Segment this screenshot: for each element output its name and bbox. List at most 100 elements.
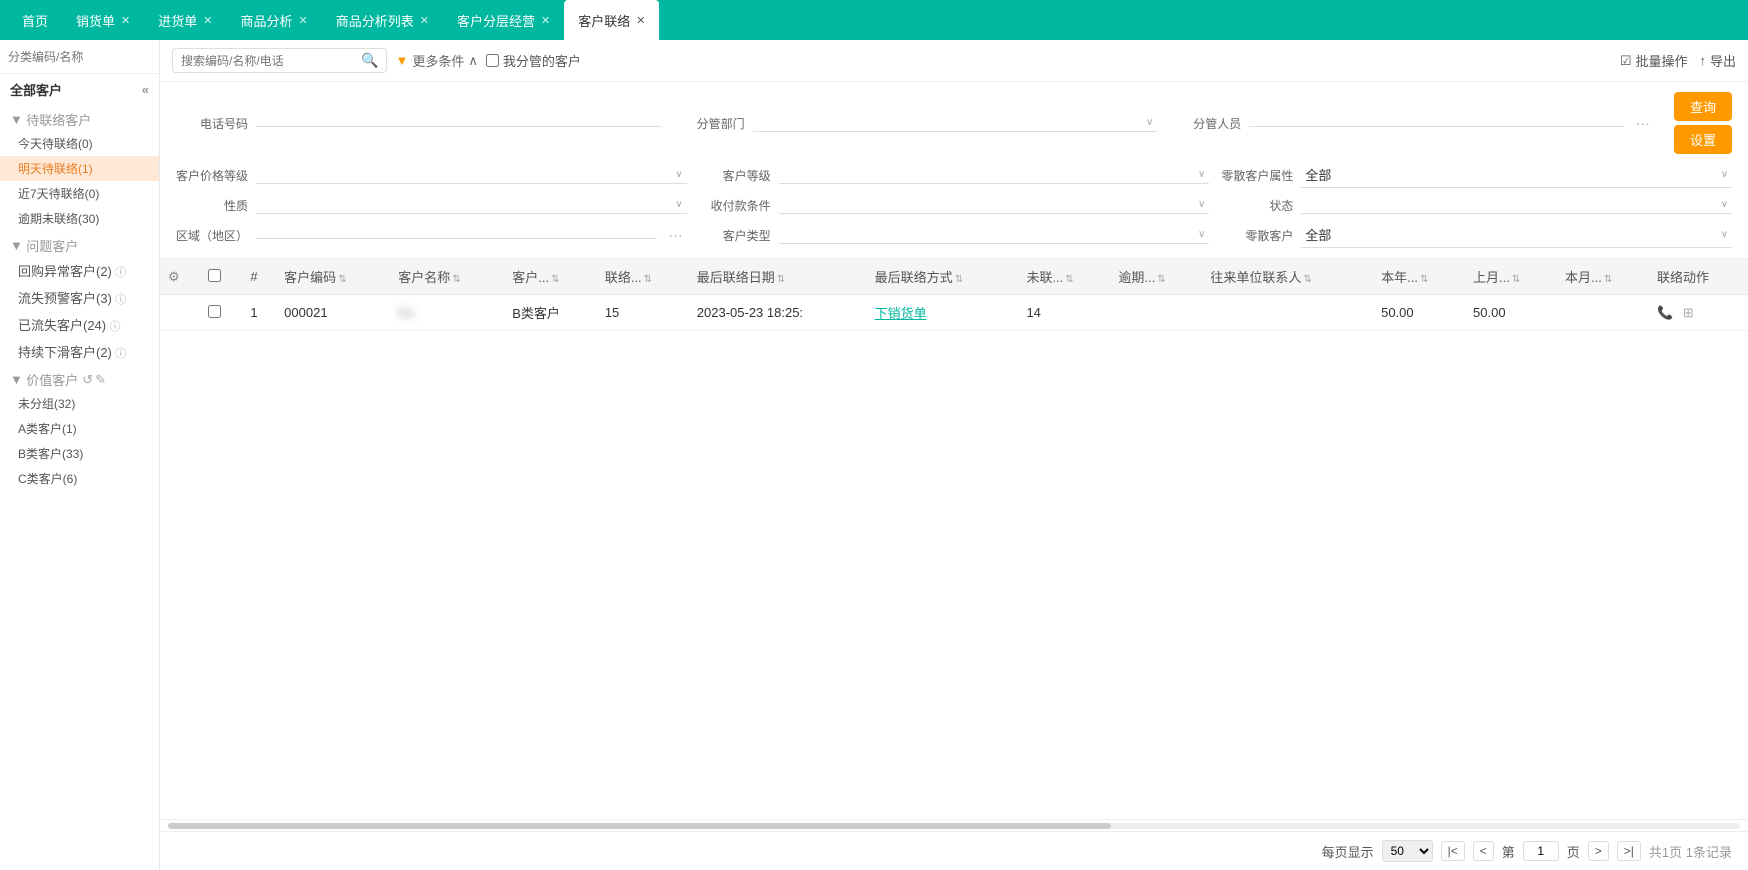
sort-type-icon: ⇅ bbox=[551, 274, 559, 285]
close-tab-analysis-icon[interactable]: ✕ bbox=[299, 14, 308, 27]
th-last-month[interactable]: 上月...⇅ bbox=[1465, 259, 1557, 295]
first-page-btn[interactable]: |< bbox=[1441, 841, 1465, 861]
filter-row-2: 客户价格等级 ∨ 客户等级 ∨ 零散客户属性 全部 ∨ bbox=[176, 162, 1732, 188]
filter-customer-type-select[interactable]: ∨ bbox=[779, 226, 1210, 244]
nav-tab-analysis[interactable]: 商品分析 ✕ bbox=[226, 0, 321, 40]
page-suffix: 页 bbox=[1567, 842, 1580, 861]
last-method-link[interactable]: 下销货单 bbox=[875, 306, 927, 321]
query-button[interactable]: 查询 bbox=[1674, 92, 1732, 121]
sort-unit-contact-icon: ⇅ bbox=[1303, 274, 1311, 285]
retail-customer-arrow-icon: ∨ bbox=[1721, 229, 1728, 240]
collapse-icon[interactable]: « bbox=[142, 82, 149, 97]
sidebar-item-declining[interactable]: 持续下滑客户(2) ⓘ bbox=[0, 338, 159, 365]
th-name[interactable]: 客户名称⇅ bbox=[390, 259, 504, 295]
close-tab-customer-ops-icon[interactable]: ✕ bbox=[541, 14, 550, 27]
phone-action-icon[interactable]: 📞 bbox=[1657, 305, 1673, 320]
th-not-contacted[interactable]: 未联...⇅ bbox=[1018, 259, 1110, 295]
value-refresh-icon[interactable]: ↺ bbox=[82, 372, 93, 388]
nav-tab-customer-ops[interactable]: 客户分层经营 ✕ bbox=[443, 0, 564, 40]
th-this-year[interactable]: 本年...⇅ bbox=[1373, 259, 1465, 295]
select-all-checkbox[interactable] bbox=[208, 269, 221, 282]
th-action: 联络动作 bbox=[1649, 259, 1748, 295]
filter-customer-level: 客户等级 ∨ bbox=[699, 166, 1210, 184]
filter-dept-label: 分管部门 bbox=[673, 115, 745, 132]
payment-arrow-icon: ∨ bbox=[1198, 199, 1205, 210]
th-code[interactable]: 客户编码⇅ bbox=[276, 259, 390, 295]
pagination: 每页显示 50 100 200 |< < 第 页 > >| 共1页 1条记录 bbox=[160, 831, 1748, 870]
sidebar-item-churned[interactable]: 已流失客户(24) ⓘ bbox=[0, 311, 159, 338]
filter-person-more-icon[interactable]: ··· bbox=[1632, 115, 1654, 131]
export-btn[interactable]: ↑ 导出 bbox=[1699, 51, 1736, 70]
filter-retail-customer-select[interactable]: 全部 ∨ bbox=[1301, 222, 1732, 248]
close-tab-analysis-list-icon[interactable]: ✕ bbox=[420, 14, 429, 27]
nav-tab-sales[interactable]: 销货单 ✕ bbox=[62, 0, 144, 40]
th-last-date[interactable]: 最后联络日期⇅ bbox=[689, 259, 867, 295]
next-page-btn[interactable]: > bbox=[1588, 841, 1609, 861]
sort-overdue-icon: ⇅ bbox=[1157, 274, 1165, 285]
value-group-label: ▼ 价值客户 ↺ ✎ bbox=[0, 365, 159, 391]
filter-phone-input[interactable] bbox=[256, 120, 661, 127]
th-overdue[interactable]: 逾期...⇅ bbox=[1110, 259, 1202, 295]
table-row: 1 000021 Ea B类客户 15 2023-05-23 18:25: 下销… bbox=[160, 295, 1748, 331]
close-tab-sales-icon[interactable]: ✕ bbox=[121, 14, 130, 27]
sidebar-item-c-class[interactable]: C类客户(6) bbox=[0, 466, 159, 491]
sidebar-item-today[interactable]: 今天待联络(0) bbox=[0, 131, 159, 156]
toolbar-search-icon[interactable]: 🔍 bbox=[361, 52, 378, 69]
page-number-input[interactable] bbox=[1523, 841, 1559, 861]
filter-price-level-select[interactable]: ∨ bbox=[256, 166, 687, 184]
td-checkbox[interactable] bbox=[200, 295, 242, 331]
close-tab-purchase-icon[interactable]: ✕ bbox=[203, 14, 212, 27]
value-edit-icon[interactable]: ✎ bbox=[95, 372, 106, 388]
more-action-icon[interactable]: ⊞ bbox=[1683, 305, 1694, 320]
sidebar-item-repeat[interactable]: 回购异常客户(2) ⓘ bbox=[0, 257, 159, 284]
th-this-month[interactable]: 本月...⇅ bbox=[1557, 259, 1649, 295]
sidebar-search-input[interactable] bbox=[8, 50, 160, 64]
filter-retail-attr-label: 零散客户属性 bbox=[1221, 167, 1293, 184]
close-tab-customer-contact-icon[interactable]: ✕ bbox=[636, 14, 645, 27]
filter-dept-select[interactable]: ∨ bbox=[753, 114, 1158, 132]
my-customers-checkbox[interactable]: 我分管的客户 bbox=[486, 51, 581, 70]
per-page-select[interactable]: 50 100 200 bbox=[1382, 840, 1433, 862]
filter-region-more-icon[interactable]: ··· bbox=[665, 227, 687, 243]
nav-tab-analysis-list[interactable]: 商品分析列表 ✕ bbox=[322, 0, 443, 40]
filter-customer-level-select[interactable]: ∨ bbox=[779, 166, 1210, 184]
customer-type-arrow-icon: ∨ bbox=[1198, 229, 1205, 240]
th-last-method[interactable]: 最后联络方式⇅ bbox=[867, 259, 1019, 295]
td-gear bbox=[160, 295, 200, 331]
nav-home[interactable]: 首页 bbox=[8, 0, 62, 40]
sidebar-item-a-class[interactable]: A类客户(1) bbox=[0, 416, 159, 441]
th-contact[interactable]: 联络...⇅ bbox=[597, 259, 689, 295]
my-customers-check[interactable] bbox=[486, 54, 499, 67]
sidebar-item-b-class[interactable]: B类客户(33) bbox=[0, 441, 159, 466]
filter-payment-select[interactable]: ∨ bbox=[779, 196, 1210, 214]
filter-retail-attr-select[interactable]: 全部 ∨ bbox=[1301, 162, 1732, 188]
more-conditions-btn[interactable]: ▼ 更多条件 ∧ bbox=[395, 51, 477, 70]
top-nav: 首页 销货单 ✕ 进货单 ✕ 商品分析 ✕ 商品分析列表 ✕ 客户分层经营 ✕ … bbox=[0, 0, 1748, 40]
filter-region: 区域（地区） ··· bbox=[176, 227, 687, 244]
batch-ops-btn[interactable]: ☑ 批量操作 bbox=[1620, 51, 1688, 70]
sidebar-item-tomorrow[interactable]: 明天待联络(1) bbox=[0, 156, 159, 181]
sidebar-item-lost[interactable]: 流失预警客户(3) ⓘ bbox=[0, 284, 159, 311]
pagination-total: 共1页 1条记录 bbox=[1649, 842, 1732, 861]
sidebar-item-ungrouped[interactable]: 未分组(32) bbox=[0, 391, 159, 416]
scrollbar-thumb[interactable] bbox=[168, 823, 1111, 829]
filter-status-select[interactable]: ∨ bbox=[1301, 196, 1732, 214]
th-gear[interactable]: ⚙ bbox=[160, 259, 200, 295]
td-last-method[interactable]: 下销货单 bbox=[867, 295, 1019, 331]
row-checkbox[interactable] bbox=[208, 305, 221, 318]
sidebar-item-near7[interactable]: 近7天待联络(0) bbox=[0, 181, 159, 206]
last-page-btn[interactable]: >| bbox=[1617, 841, 1641, 861]
nav-tab-customer-contact[interactable]: 客户联络 ✕ bbox=[564, 0, 659, 40]
filter-region-input[interactable] bbox=[256, 232, 657, 239]
horizontal-scroll bbox=[160, 819, 1748, 831]
sidebar-item-overdue[interactable]: 逾期未联络(30) bbox=[0, 206, 159, 231]
filter-gender-select[interactable]: ∨ bbox=[256, 196, 687, 214]
toolbar-search-input[interactable] bbox=[181, 54, 361, 68]
filter-person-input[interactable] bbox=[1249, 120, 1624, 127]
th-checkbox[interactable] bbox=[200, 259, 242, 295]
nav-tab-purchase[interactable]: 进货单 ✕ bbox=[144, 0, 226, 40]
settings-button[interactable]: 设置 bbox=[1674, 125, 1732, 154]
th-type[interactable]: 客户...⇅ bbox=[504, 259, 597, 295]
th-unit-contact[interactable]: 往来单位联系人⇅ bbox=[1202, 259, 1373, 295]
prev-page-btn[interactable]: < bbox=[1473, 841, 1494, 861]
